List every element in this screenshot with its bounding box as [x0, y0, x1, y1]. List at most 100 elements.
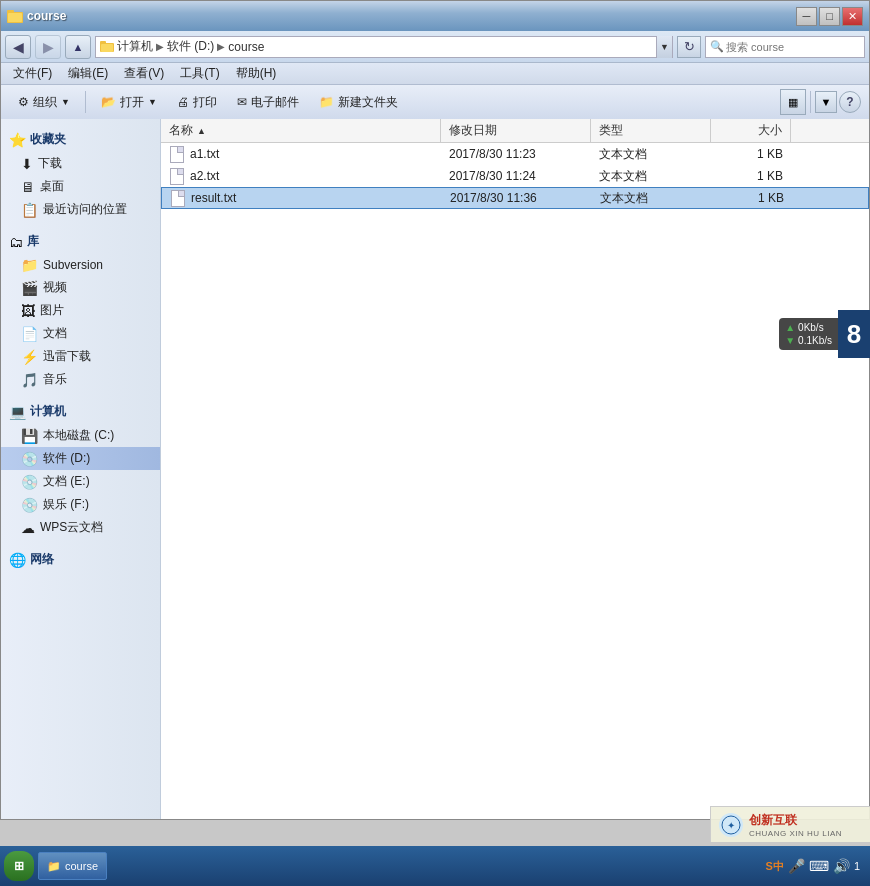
address-path-part2[interactable]: 软件 (D:)	[167, 38, 214, 55]
sidebar-item-download[interactable]: ⬇ 下载	[1, 152, 160, 175]
watermark-brand: 创新互联	[749, 812, 842, 829]
sidebar-item-drive-f[interactable]: 💿 娱乐 (F:)	[1, 493, 160, 516]
address-bar: ◀ ▶ ▲ 计算机 ▶ 软件 (D:) ▶ course ▼ ↻ 🔍	[1, 31, 869, 63]
separator2	[810, 91, 811, 113]
start-button[interactable]: ⊞	[4, 851, 34, 881]
menu-tools[interactable]: 工具(T)	[172, 63, 227, 84]
window-title: course	[27, 9, 66, 23]
watermark-subtext: CHUANG XIN HU LIAN	[749, 829, 842, 838]
file-date-a1: 2017/8/30 11:23	[441, 143, 591, 165]
print-button[interactable]: 🖨 打印	[168, 88, 226, 116]
menu-help[interactable]: 帮助(H)	[228, 63, 285, 84]
sort-arrow: ▲	[197, 126, 206, 136]
explorer-window: course ─ □ ✕ ◀ ▶ ▲ 计算机 ▶ 软件 (D:) ▶ cours…	[0, 0, 870, 820]
organize-button[interactable]: ⚙ 组织 ▼	[9, 88, 79, 116]
search-input[interactable]	[726, 41, 864, 53]
sidebar-item-wps-cloud[interactable]: ☁ WPS云文档	[1, 516, 160, 539]
file-size-a1: 1 KB	[711, 143, 791, 165]
sidebar-item-video[interactable]: 🎬 视频	[1, 276, 160, 299]
file-list: a1.txt 2017/8/30 11:23 文本文档 1 KB a2.txt …	[161, 143, 869, 819]
open-button[interactable]: 📂 打开 ▼	[92, 88, 166, 116]
svg-rect-2	[8, 13, 22, 22]
title-bar: course ─ □ ✕	[1, 1, 869, 31]
search-glass-icon: 🔍	[710, 40, 724, 53]
table-row[interactable]: a2.txt 2017/8/30 11:24 文本文档 1 KB	[161, 165, 869, 187]
menu-edit[interactable]: 编辑(E)	[60, 63, 116, 84]
system-tray: S中 🎤 ⌨ 🔊 1	[760, 858, 866, 874]
forward-button[interactable]: ▶	[35, 35, 61, 59]
sidebar-item-xunlei[interactable]: ⚡ 迅雷下载	[1, 345, 160, 368]
file-name-a2: a2.txt	[161, 165, 441, 187]
pictures-icon: 🖼	[21, 303, 35, 319]
sidebar-section-network: 🌐 网络	[1, 547, 160, 572]
address-dropdown[interactable]: ▼	[656, 36, 672, 58]
back-button[interactable]: ◀	[5, 35, 31, 59]
sidebar-item-recent[interactable]: 📋 最近访问的位置	[1, 198, 160, 221]
network-header[interactable]: 🌐 网络	[1, 547, 160, 572]
menu-bar: 文件(F) 编辑(E) 查看(V) 工具(T) 帮助(H)	[1, 63, 869, 85]
tray-volume-icon[interactable]: 🔊	[833, 858, 850, 874]
new-folder-button[interactable]: 📁 新建文件夹	[310, 88, 407, 116]
table-row[interactable]: result.txt 2017/8/30 11:36 文本文档 1 KB	[161, 187, 869, 209]
sidebar-item-drive-c[interactable]: 💾 本地磁盘 (C:)	[1, 424, 160, 447]
view-toggle-button[interactable]: ▦	[780, 89, 806, 115]
speed-upload: ▲ 0Kb/s	[785, 322, 832, 333]
address-path-part3[interactable]: course	[228, 40, 264, 54]
open-icon: 📂	[101, 95, 116, 109]
watermark-text-block: 创新互联 CHUANG XIN HU LIAN	[749, 812, 842, 838]
title-buttons: ─ □ ✕	[796, 7, 863, 26]
file-icon-a2	[169, 167, 185, 185]
documents-icon: 📄	[21, 326, 38, 342]
file-date-a2: 2017/8/30 11:24	[441, 165, 591, 187]
tray-keyboard-icon[interactable]: ⌨	[809, 858, 829, 874]
file-type-result: 文本文档	[592, 188, 712, 208]
music-icon: 🎵	[21, 372, 38, 388]
library-header[interactable]: 🗂 库	[1, 229, 160, 254]
computer-header[interactable]: 💻 计算机	[1, 399, 160, 424]
minimize-button[interactable]: ─	[796, 7, 817, 26]
view-options-button[interactable]: ▼	[815, 91, 837, 113]
file-name-result: result.txt	[162, 188, 442, 208]
sidebar-item-subversion[interactable]: 📁 Subversion	[1, 254, 160, 276]
sidebar-item-music[interactable]: 🎵 音乐	[1, 368, 160, 391]
new-folder-icon: 📁	[319, 95, 334, 109]
col-header-name[interactable]: 名称 ▲	[161, 119, 441, 142]
col-header-date[interactable]: 修改日期	[441, 119, 591, 142]
sidebar-item-documents[interactable]: 📄 文档	[1, 322, 160, 345]
tray-mic-icon[interactable]: 🎤	[788, 858, 805, 874]
col-header-type[interactable]: 类型	[591, 119, 711, 142]
file-icon-result	[170, 189, 186, 207]
clock-time: 1	[854, 860, 860, 872]
organize-dropdown-icon: ▼	[61, 97, 70, 107]
address-path-part1[interactable]: 计算机	[117, 38, 153, 55]
sidebar: ⭐ 收藏夹 ⬇ 下载 🖥 桌面 📋 最近访问的位置	[1, 119, 161, 819]
file-type-a1: 文本文档	[591, 143, 711, 165]
menu-file[interactable]: 文件(F)	[5, 63, 60, 84]
speed-widget: ▲ 0Kb/s ▼ 0.1Kb/s	[779, 318, 838, 350]
favorites-header[interactable]: ⭐ 收藏夹	[1, 127, 160, 152]
sidebar-item-drive-e[interactable]: 💿 文档 (E:)	[1, 470, 160, 493]
close-button[interactable]: ✕	[842, 7, 863, 26]
col-header-size[interactable]: 大小	[711, 119, 791, 142]
help-button[interactable]: ?	[839, 91, 861, 113]
desktop-icon: 🖥	[21, 179, 35, 195]
up-button[interactable]: ▲	[65, 35, 91, 59]
menu-view[interactable]: 查看(V)	[116, 63, 172, 84]
sidebar-item-desktop[interactable]: 🖥 桌面	[1, 175, 160, 198]
main-area: ⭐ 收藏夹 ⬇ 下载 🖥 桌面 📋 最近访问的位置	[1, 119, 869, 819]
folder-icon-address	[100, 40, 114, 53]
refresh-button[interactable]: ↻	[677, 36, 701, 58]
library-icon: 🗂	[9, 234, 23, 250]
sidebar-section-favorites: ⭐ 收藏夹 ⬇ 下载 🖥 桌面 📋 最近访问的位置	[1, 127, 160, 221]
maximize-button[interactable]: □	[819, 7, 840, 26]
drive-f-icon: 💿	[21, 497, 38, 513]
taskbar-explorer-item[interactable]: 📁 course	[38, 852, 107, 880]
taskbar-items: 📁 course	[38, 852, 756, 880]
svg-rect-5	[101, 44, 113, 52]
email-button[interactable]: ✉ 电子邮件	[228, 88, 308, 116]
search-container: 🔍	[705, 36, 865, 58]
sidebar-item-drive-d[interactable]: 💿 软件 (D:)	[1, 447, 160, 470]
sidebar-item-pictures[interactable]: 🖼 图片	[1, 299, 160, 322]
table-row[interactable]: a1.txt 2017/8/30 11:23 文本文档 1 KB	[161, 143, 869, 165]
tray-sougou-icon[interactable]: S中	[766, 859, 784, 874]
